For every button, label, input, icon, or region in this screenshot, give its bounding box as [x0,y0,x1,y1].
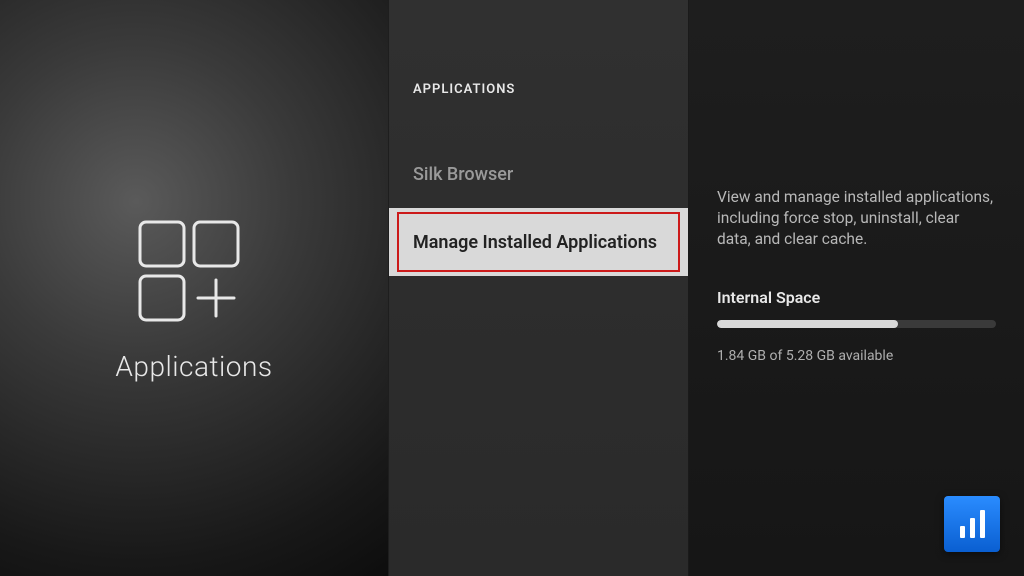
menu-item-silk-browser[interactable]: Silk Browser [389,140,688,208]
menu-list: Silk Browser Manage Installed Applicatio… [389,140,688,276]
section-header: APPLICATIONS [413,82,515,97]
menu-item-label: Manage Installed Applications [413,232,657,253]
bar-chart-icon-bar [960,526,965,538]
left-pane-title: Applications [0,350,388,383]
middle-pane: APPLICATIONS Silk Browser Manage Install… [388,0,688,576]
storage-bar [717,320,996,328]
item-description: View and manage installed applications, … [717,187,996,250]
menu-item-label: Silk Browser [413,164,513,185]
storage-text: 1.84 GB of 5.28 GB available [717,348,893,364]
applications-icon [134,220,254,330]
storage-bar-fill [717,320,898,328]
left-pane: Applications [0,0,388,576]
menu-item-manage-installed-applications[interactable]: Manage Installed Applications [389,208,688,276]
bar-chart-icon-bar [980,510,985,538]
analytics-icon[interactable] [944,496,1000,552]
storage-label: Internal Space [717,288,820,307]
bar-chart-icon-bar [970,518,975,538]
right-pane: View and manage installed applications, … [688,0,1024,576]
